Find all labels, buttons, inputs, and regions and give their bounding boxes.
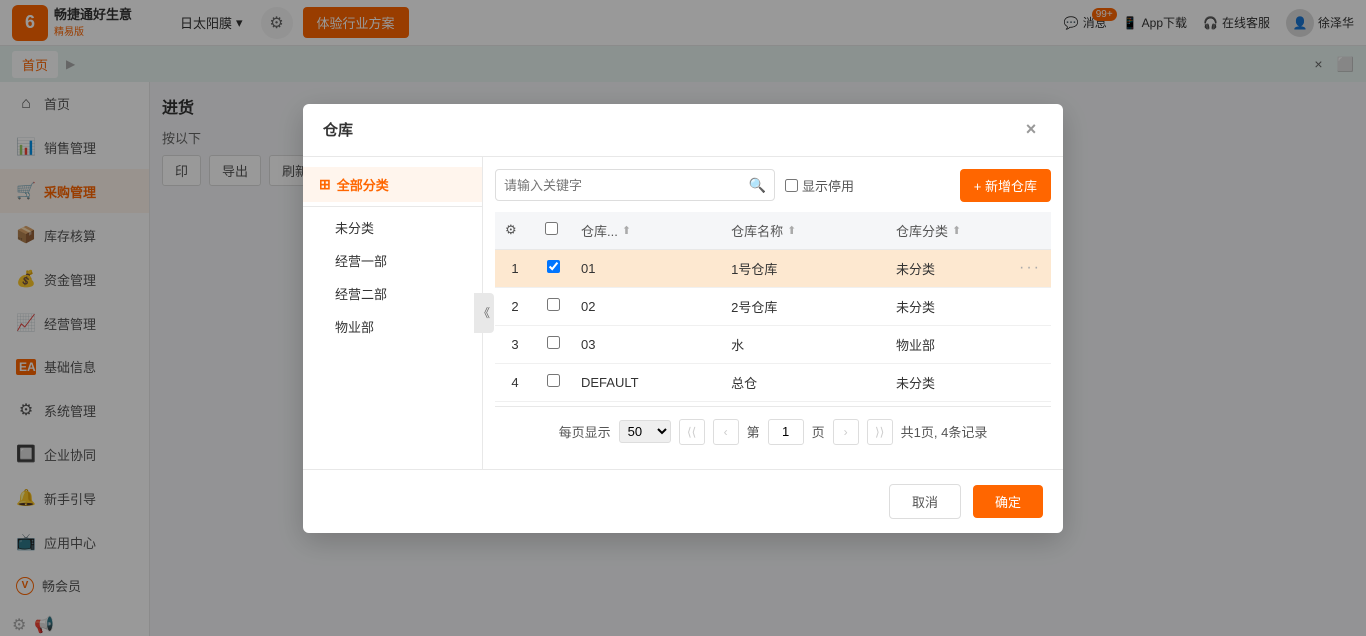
confirm-button[interactable]: 确定 xyxy=(973,485,1043,518)
pagination-row: 每页显示 50 10 20 100 ⟨⟨ ‹ 第 页 › xyxy=(495,406,1051,457)
category-sidebar: ⊞ 全部分类 未分类 经营一部 经营二部 物业部 《 xyxy=(303,157,483,469)
td-row-num: 4 xyxy=(495,363,535,401)
grid-icon: ⊞ xyxy=(319,176,331,193)
th-id-label: 仓库... xyxy=(581,221,618,240)
dialog-body: ⊞ 全部分类 未分类 经营一部 经营二部 物业部 《 🔍 xyxy=(303,157,1063,469)
per-page-select[interactable]: 50 10 20 100 xyxy=(619,420,671,443)
table-header: ⚙ 仓库... ⬆ xyxy=(495,212,1051,250)
th-warehouse-id: 仓库... ⬆ xyxy=(571,212,721,250)
dialog-footer: 取消 确定 xyxy=(303,469,1063,533)
sort-name[interactable]: 仓库名称 ⬆ xyxy=(731,221,876,240)
last-page-button[interactable]: ⟩⟩ xyxy=(867,419,893,445)
search-box[interactable]: 🔍 xyxy=(495,169,775,201)
category-all[interactable]: ⊞ 全部分类 xyxy=(303,167,482,202)
td-name: 总仓 xyxy=(721,363,886,401)
th-warehouse-category: 仓库分类 ⬆ xyxy=(886,212,1051,250)
table-row[interactable]: 4 DEFAULT 总仓 未分类 xyxy=(495,363,1051,401)
table-row[interactable]: 1 01 1号仓库 未分类 ··· xyxy=(495,249,1051,287)
first-page-button[interactable]: ⟨⟨ xyxy=(679,419,705,445)
add-warehouse-button[interactable]: + 新增仓库 xyxy=(960,169,1051,202)
td-category: 未分类 xyxy=(886,363,1051,401)
sort-category-icon: ⬆ xyxy=(952,224,961,237)
th-checkbox xyxy=(535,212,571,250)
category-collapse-button[interactable]: 《 xyxy=(474,293,494,333)
td-name: 2号仓库 xyxy=(721,287,886,325)
show-disabled-checkbox-label[interactable]: 显示停用 xyxy=(785,176,854,195)
category-item-property[interactable]: 物业部 xyxy=(303,310,482,343)
dialog-title: 仓库 xyxy=(323,119,353,140)
category-item-unclassified[interactable]: 未分类 xyxy=(303,211,482,244)
sort-id-icon: ⬆ xyxy=(622,224,631,237)
table-body: 1 01 1号仓库 未分类 ··· 2 02 2号仓库 未分类 xyxy=(495,249,1051,401)
next-page-button[interactable]: › xyxy=(833,419,859,445)
row-more-button[interactable]: ··· xyxy=(1019,259,1041,277)
page-label: 第 xyxy=(747,422,760,441)
warehouse-table: ⚙ 仓库... ⬆ xyxy=(495,212,1051,402)
th-name-label: 仓库名称 xyxy=(731,221,783,240)
page-input[interactable] xyxy=(768,419,804,445)
row-checkbox[interactable] xyxy=(547,298,560,311)
table-row[interactable]: 3 03 水 物业部 xyxy=(495,325,1051,363)
sort-category[interactable]: 仓库分类 ⬆ xyxy=(896,221,1041,240)
table-container: ⚙ 仓库... ⬆ xyxy=(495,212,1051,402)
row-checkbox[interactable] xyxy=(547,374,560,387)
dialog-main-panel: 🔍 显示停用 + 新增仓库 ⚙ xyxy=(483,157,1063,469)
td-row-num: 1 xyxy=(495,249,535,287)
td-name: 水 xyxy=(721,325,886,363)
dialog-toolbar: 🔍 显示停用 + 新增仓库 xyxy=(495,169,1051,202)
warehouse-dialog: 仓库 × ⊞ 全部分类 未分类 经营一部 经营二部 物业部 《 xyxy=(303,104,1063,533)
modal-overlay: 仓库 × ⊞ 全部分类 未分类 经营一部 经营二部 物业部 《 xyxy=(0,0,1366,636)
td-checkbox[interactable] xyxy=(535,325,571,363)
show-disabled-label-text: 显示停用 xyxy=(802,176,854,195)
table-row[interactable]: 2 02 2号仓库 未分类 xyxy=(495,287,1051,325)
td-row-num: 3 xyxy=(495,325,535,363)
row-checkbox[interactable] xyxy=(547,260,560,273)
th-warehouse-name: 仓库名称 ⬆ xyxy=(721,212,886,250)
td-id: 01 xyxy=(571,249,721,287)
category-item-ops2[interactable]: 经营二部 xyxy=(303,277,482,310)
show-disabled-checkbox[interactable] xyxy=(785,179,798,192)
td-id: 02 xyxy=(571,287,721,325)
td-checkbox[interactable] xyxy=(535,363,571,401)
per-page-dropdown[interactable]: 50 10 20 100 xyxy=(619,420,671,443)
sort-id[interactable]: 仓库... ⬆ xyxy=(581,221,711,240)
td-id: DEFAULT xyxy=(571,363,721,401)
td-id: 03 xyxy=(571,325,721,363)
td-category: 物业部 xyxy=(886,325,1051,363)
select-all-checkbox[interactable] xyxy=(545,222,558,235)
search-input[interactable] xyxy=(504,178,749,193)
prev-page-button[interactable]: ‹ xyxy=(713,419,739,445)
td-name: 1号仓库 xyxy=(721,249,886,287)
td-checkbox[interactable] xyxy=(535,249,571,287)
th-settings: ⚙ xyxy=(495,212,535,250)
td-checkbox[interactable] xyxy=(535,287,571,325)
category-item-ops1[interactable]: 经营一部 xyxy=(303,244,482,277)
dialog-header: 仓库 × xyxy=(303,104,1063,157)
per-page-label: 每页显示 xyxy=(559,422,611,441)
row-checkbox[interactable] xyxy=(547,336,560,349)
total-info: 共1页, 4条记录 xyxy=(901,422,988,441)
category-all-label: 全部分类 xyxy=(337,175,389,194)
cancel-button[interactable]: 取消 xyxy=(889,484,961,519)
dialog-close-button[interactable]: × xyxy=(1019,118,1043,142)
search-icon[interactable]: 🔍 xyxy=(749,177,766,194)
td-category: 未分类 ··· xyxy=(886,249,1051,287)
td-category: 未分类 xyxy=(886,287,1051,325)
sort-name-icon: ⬆ xyxy=(787,224,796,237)
page-unit: 页 xyxy=(812,422,825,441)
th-category-label: 仓库分类 xyxy=(896,221,948,240)
td-row-num: 2 xyxy=(495,287,535,325)
